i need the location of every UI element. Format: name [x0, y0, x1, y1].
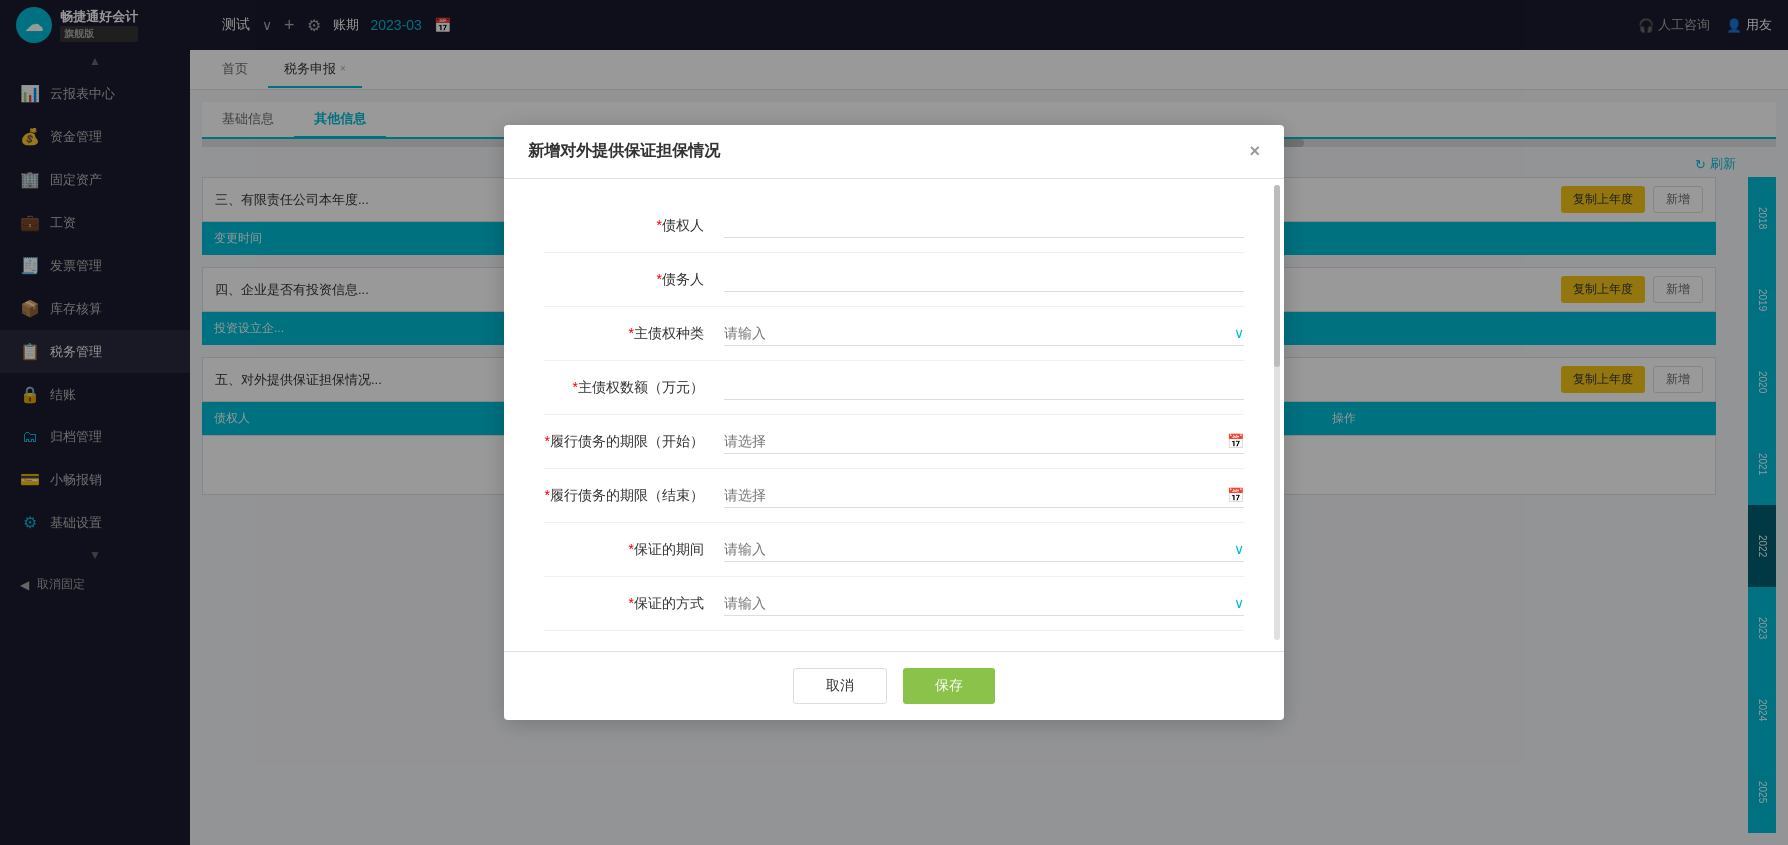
input-creditor[interactable] — [724, 213, 1244, 238]
form-row-guarantee-method: *保证的方式 ∨ — [544, 577, 1244, 631]
form-row-period-end: *履行债务的期限（结束） 📅 — [544, 469, 1244, 523]
modal: 新增对外提供保证担保情况 × *债权人 *债务人 *主债权种类 — [504, 125, 1284, 720]
modal-body: *债权人 *债务人 *主债权种类 ∨ — [504, 179, 1284, 651]
label-guarantee-period: *保证的期间 — [544, 541, 724, 559]
required-mark-guarantee-method: * — [629, 595, 634, 611]
required-mark-period-start: * — [545, 433, 550, 449]
input-claim-amount[interactable] — [724, 375, 1244, 400]
required-mark-period-end: * — [545, 487, 550, 503]
chevron-down-icon-guarantee-method[interactable]: ∨ — [1234, 595, 1244, 611]
calendar-icon-period-start[interactable]: 📅 — [1227, 433, 1244, 449]
label-debtor: *债务人 — [544, 271, 724, 289]
save-button[interactable]: 保存 — [903, 668, 995, 704]
input-guarantee-method[interactable] — [724, 591, 1234, 615]
required-mark: * — [657, 217, 662, 233]
form-row-debtor: *债务人 — [544, 253, 1244, 307]
required-mark-claim-amount: * — [573, 379, 578, 395]
modal-overlay: 新增对外提供保证担保情况 × *债权人 *债务人 *主债权种类 — [0, 0, 1788, 845]
form-row-guarantee-period: *保证的期间 ∨ — [544, 523, 1244, 577]
input-period-start[interactable] — [724, 429, 1227, 453]
input-claim-type[interactable] — [724, 321, 1234, 345]
form-row-claim-type: *主债权种类 ∨ — [544, 307, 1244, 361]
label-claim-type: *主债权种类 — [544, 325, 724, 343]
form-row-creditor: *债权人 — [544, 199, 1244, 253]
form-row-period-start: *履行债务的期限（开始） 📅 — [544, 415, 1244, 469]
chevron-down-icon-claim-type[interactable]: ∨ — [1234, 325, 1244, 341]
modal-scrollbar-thumb — [1274, 185, 1280, 367]
label-claim-amount: *主债权数额（万元） — [544, 379, 724, 397]
required-mark-guarantee-period: * — [629, 541, 634, 557]
select-wrapper-guarantee-period: ∨ — [724, 537, 1244, 562]
modal-title: 新增对外提供保证担保情况 — [528, 141, 720, 162]
modal-close-button[interactable]: × — [1249, 141, 1260, 162]
chevron-down-icon-guarantee-period[interactable]: ∨ — [1234, 541, 1244, 557]
label-creditor: *债权人 — [544, 217, 724, 235]
input-period-end[interactable] — [724, 483, 1227, 507]
modal-footer: 取消 保存 — [504, 651, 1284, 720]
date-wrapper-period-end: 📅 — [724, 483, 1244, 508]
input-guarantee-period[interactable] — [724, 537, 1234, 561]
required-mark-debtor: * — [657, 271, 662, 287]
calendar-icon-period-end[interactable]: 📅 — [1227, 487, 1244, 503]
form-row-claim-amount: *主债权数额（万元） — [544, 361, 1244, 415]
input-debtor[interactable] — [724, 267, 1244, 292]
select-wrapper-guarantee-method: ∨ — [724, 591, 1244, 616]
label-period-end: *履行债务的期限（结束） — [544, 487, 724, 505]
select-wrapper-claim-type: ∨ — [724, 321, 1244, 346]
modal-scrollbar — [1274, 185, 1280, 640]
date-wrapper-period-start: 📅 — [724, 429, 1244, 454]
modal-header: 新增对外提供保证担保情况 × — [504, 125, 1284, 179]
label-guarantee-method: *保证的方式 — [544, 595, 724, 613]
label-period-start: *履行债务的期限（开始） — [544, 433, 724, 451]
required-mark-claim-type: * — [629, 325, 634, 341]
cancel-button[interactable]: 取消 — [793, 668, 887, 704]
